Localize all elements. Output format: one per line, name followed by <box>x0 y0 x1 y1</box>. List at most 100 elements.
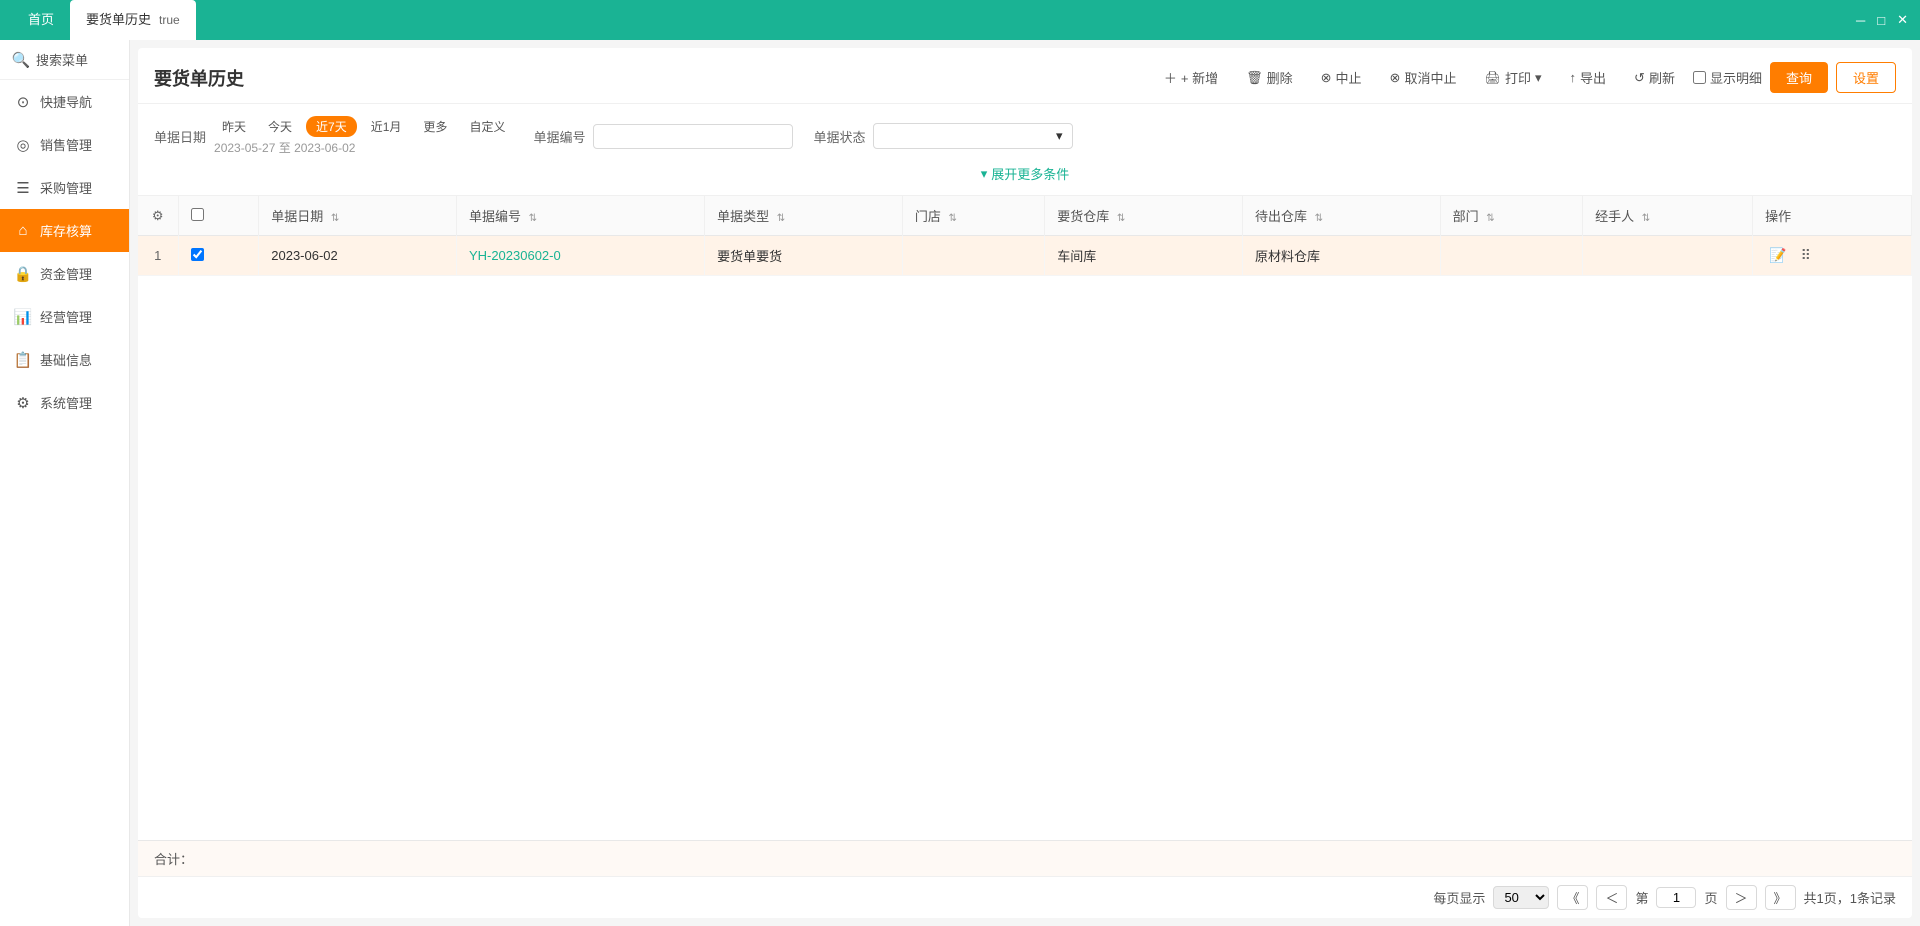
content-area: 要货单历史 ＋ + 新增 🗑 删除 ⊗ 中止 ⊗ <box>130 40 1920 926</box>
export-button[interactable]: ↑ 导出 <box>1560 63 1617 92</box>
sidebar-item-sales[interactable]: ◎ 销售管理 <box>0 123 129 166</box>
window-controls: ─ □ ✕ <box>1856 12 1908 28</box>
page-title: 要货单历史 <box>154 65 244 91</box>
date-btn-7days[interactable]: 近7天 <box>306 116 357 137</box>
sort-pending-warehouse-icon: ⇅ <box>1315 213 1323 224</box>
cancel-stop-label: 取消中止 <box>1404 68 1456 87</box>
col-dept[interactable]: 部门 ⇅ <box>1440 196 1582 236</box>
toolbar: ＋ + 新增 🗑 删除 ⊗ 中止 ⊗ 取消中止 <box>1154 62 1896 93</box>
edit-action-icon[interactable]: 📝 <box>1765 245 1790 266</box>
sidebar-item-inventory[interactable]: ⌂ 库存核算 <box>0 209 129 252</box>
export-icon: ↑ <box>1570 70 1577 85</box>
table-body: 1 2023-06-02 YH-20230602-0 要货单要货 车间库 <box>138 236 1912 276</box>
table-row: 1 2023-06-02 YH-20230602-0 要货单要货 车间库 <box>138 236 1912 276</box>
col-type-label: 单据类型 <box>717 209 769 224</box>
date-btn-today[interactable]: 今天 <box>260 116 300 137</box>
more-action-icon[interactable]: ⠿ <box>1797 245 1815 266</box>
date-filter-label: 单据日期 <box>154 127 206 146</box>
page-size-select[interactable]: 50 100 200 <box>1493 886 1549 909</box>
tab-requisition-history[interactable]: 要货单历史 true <box>70 0 196 40</box>
print-button[interactable]: 🖨 打印 ▾ <box>1474 63 1551 92</box>
col-req-warehouse[interactable]: 要货仓库 ⇅ <box>1045 196 1243 236</box>
status-select[interactable]: ▾ <box>873 123 1073 149</box>
settings-button[interactable]: 设置 <box>1836 62 1896 93</box>
refresh-button[interactable]: ↺ 刷新 <box>1624 63 1685 92</box>
sidebar-item-basic-info[interactable]: 📋 基础信息 <box>0 338 129 381</box>
select-all-checkbox[interactable] <box>191 208 204 221</box>
stop-button[interactable]: ⊗ 中止 <box>1311 63 1372 92</box>
col-pending-warehouse[interactable]: 待出仓库 ⇅ <box>1242 196 1440 236</box>
cell-type: 要货单要货 <box>705 236 903 276</box>
sidebar-label-inventory: 库存核算 <box>40 221 92 240</box>
cancel-stop-button[interactable]: ⊗ 取消中止 <box>1380 63 1467 92</box>
maximize-btn[interactable]: □ <box>1877 13 1885 28</box>
sidebar-label-system: 系统管理 <box>40 393 92 412</box>
delete-button[interactable]: 🗑 删除 <box>1236 63 1303 92</box>
sidebar-item-purchase[interactable]: ☰ 采购管理 <box>0 166 129 209</box>
col-date[interactable]: 单据日期 ⇅ <box>259 196 457 236</box>
status-filter: 单据状态 ▾ <box>813 123 1073 149</box>
date-btn-yesterday[interactable]: 昨天 <box>214 116 254 137</box>
order-no-input[interactable] <box>593 124 793 149</box>
col-req-warehouse-label: 要货仓库 <box>1057 209 1109 224</box>
current-page-input[interactable] <box>1656 887 1696 908</box>
close-btn[interactable]: ✕ <box>1897 12 1908 28</box>
sidebar-item-system[interactable]: ⚙ 系统管理 <box>0 381 129 424</box>
show-detail-toggle[interactable]: 显示明细 <box>1693 68 1762 87</box>
first-page-btn[interactable]: 《 <box>1557 885 1588 910</box>
col-store[interactable]: 门店 ⇅ <box>902 196 1044 236</box>
show-detail-checkbox[interactable] <box>1693 71 1706 84</box>
sidebar-label-purchase: 采购管理 <box>40 178 92 197</box>
search-menu[interactable]: 🔍 搜索菜单 <box>0 40 129 80</box>
last-page-btn[interactable]: 》 <box>1765 885 1796 910</box>
col-checkbox <box>178 196 259 236</box>
new-label: + 新增 <box>1181 68 1218 87</box>
date-btn-1month[interactable]: 近1月 <box>363 116 410 137</box>
next-page-btn[interactable]: ＞ <box>1726 885 1757 910</box>
date-btn-more[interactable]: 更多 <box>415 116 455 137</box>
sidebar-item-operations[interactable]: 📊 经营管理 <box>0 295 129 338</box>
export-label: 导出 <box>1580 68 1606 87</box>
purchase-icon: ☰ <box>14 179 32 197</box>
date-filter: 单据日期 昨天 今天 近7天 近1月 更多 自定义 2023-05-27 至 2… <box>154 116 513 156</box>
expand-more-btn[interactable]: ▾ 展开更多条件 <box>154 164 1896 183</box>
sidebar-item-finance[interactable]: 🔒 资金管理 <box>0 252 129 295</box>
sidebar-label-quick-nav: 快捷导航 <box>40 92 92 111</box>
query-button[interactable]: 查询 <box>1770 62 1828 93</box>
col-order-no-label: 单据编号 <box>469 209 521 224</box>
cell-store <box>902 236 1044 276</box>
row-checkbox[interactable] <box>191 248 204 261</box>
action-icons: 📝 ⠿ <box>1765 245 1899 266</box>
col-action: 操作 <box>1753 196 1912 236</box>
new-button[interactable]: ＋ + 新增 <box>1154 63 1228 92</box>
status-dropdown-icon: ▾ <box>1056 128 1063 144</box>
col-order-no[interactable]: 单据编号 ⇅ <box>456 196 704 236</box>
col-settings[interactable]: ⚙ <box>138 196 178 236</box>
prev-page-btn[interactable]: ＜ <box>1596 885 1627 910</box>
finance-icon: 🔒 <box>14 265 32 283</box>
search-menu-label: 搜索菜单 <box>36 50 88 69</box>
sidebar-label-finance: 资金管理 <box>40 264 92 283</box>
filter-row: 单据日期 昨天 今天 近7天 近1月 更多 自定义 2023-05-27 至 2… <box>154 116 1896 156</box>
col-type[interactable]: 单据类型 ⇅ <box>705 196 903 236</box>
settings-gear-icon: ⚙ <box>152 208 164 223</box>
date-btn-custom[interactable]: 自定义 <box>461 116 513 137</box>
sales-icon: ◎ <box>14 136 32 154</box>
basic-info-icon: 📋 <box>14 351 32 369</box>
col-handler[interactable]: 经手人 ⇅ <box>1583 196 1753 236</box>
inventory-icon: ⌂ <box>14 222 32 240</box>
cancel-stop-icon: ⊗ <box>1390 70 1401 86</box>
cell-order-no: YH-20230602-0 <box>456 236 704 276</box>
sidebar-item-quick-nav[interactable]: ⊙ 快捷导航 <box>0 80 129 123</box>
order-no-link[interactable]: YH-20230602-0 <box>469 248 561 263</box>
show-detail-label: 显示明细 <box>1710 68 1762 87</box>
tab-home[interactable]: 首页 <box>12 0 70 40</box>
minimize-btn[interactable]: ─ <box>1856 13 1865 28</box>
sort-type-icon: ⇅ <box>777 213 785 224</box>
expand-more-label: 展开更多条件 <box>991 164 1069 183</box>
order-no-label: 单据编号 <box>533 127 585 146</box>
col-pending-warehouse-label: 待出仓库 <box>1255 209 1307 224</box>
tab-close-icon[interactable]: true <box>159 0 180 40</box>
order-no-filter: 单据编号 <box>533 124 793 149</box>
page-end-label: 页 <box>1704 888 1717 907</box>
